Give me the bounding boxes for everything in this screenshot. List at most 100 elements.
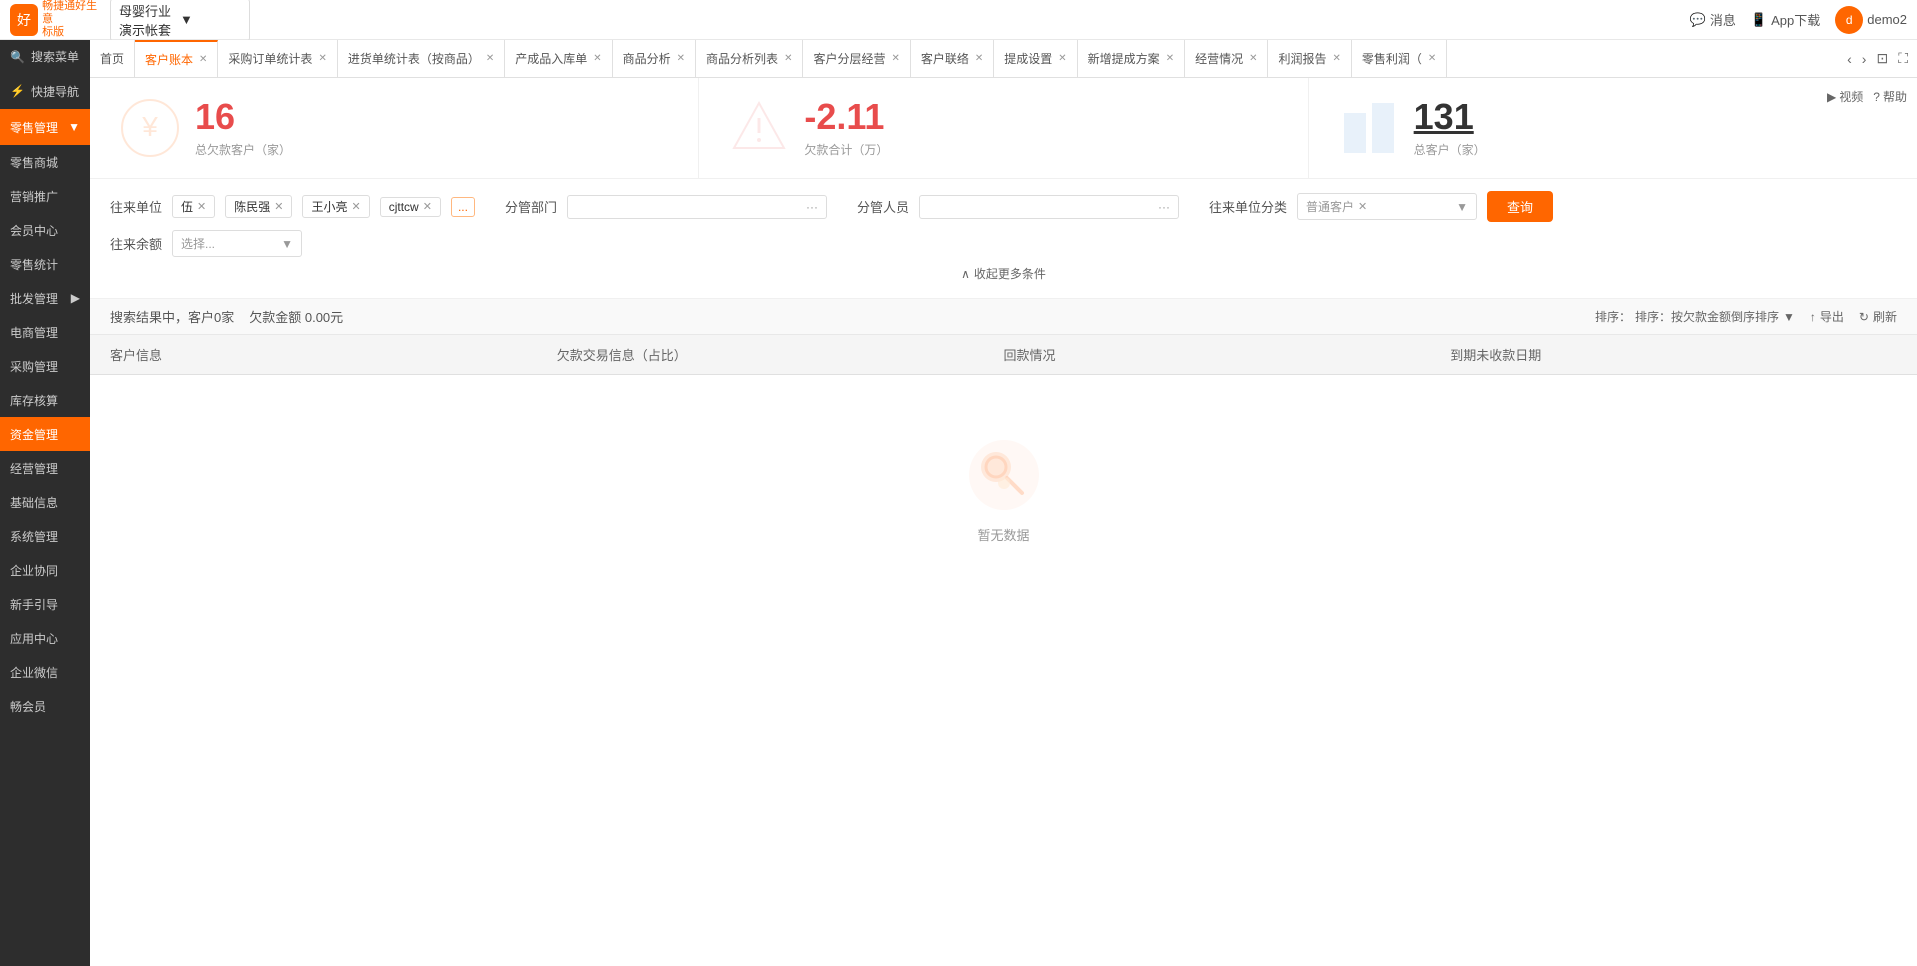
sidebar-item-retail-mgmt[interactable]: 零售管理 ▼	[0, 109, 90, 145]
sidebar-item-ecommerce[interactable]: 电商管理	[0, 315, 90, 349]
tab-close-promo-settings[interactable]: ✕	[1058, 53, 1066, 64]
total-debt-number: -2.11	[804, 99, 888, 135]
tab-product-inbound[interactable]: 产成品入库单 ✕	[505, 40, 612, 78]
tab-purchase-order-stats[interactable]: 采购订单统计表 ✕	[218, 40, 337, 78]
tab-customer-segment[interactable]: 客户分层经营 ✕	[803, 40, 910, 78]
tab-close-purchase[interactable]: ✕	[318, 53, 326, 64]
help-link[interactable]: ? 帮助	[1873, 88, 1907, 105]
messages-button[interactable]: 💬 消息	[1690, 10, 1736, 29]
filter-tag-close-cjttcw[interactable]: ✕	[423, 200, 432, 213]
search-menu[interactable]: 🔍 搜索菜单	[0, 40, 90, 73]
amount-text: 欠款金额 0.00元	[249, 307, 343, 326]
sidebar-item-app-center[interactable]: 应用中心	[0, 621, 90, 655]
video-link[interactable]: ▶ 视频	[1827, 88, 1863, 105]
tab-fullscreen-icon[interactable]: ⛶	[1894, 48, 1912, 69]
tab-close-profit[interactable]: ✕	[1333, 53, 1341, 64]
tab-close-goods-analysis[interactable]: ✕	[677, 53, 685, 64]
tab-prev-arrow[interactable]: ‹	[1843, 49, 1856, 69]
col-repayment: 回款情况	[1004, 345, 1451, 364]
total-customers-number: 131	[1414, 99, 1486, 135]
logo-icon: 好	[10, 4, 38, 36]
sidebar-item-marketing[interactable]: 营销推广	[0, 179, 90, 213]
sidebar-item-member-center[interactable]: 会员中心	[0, 213, 90, 247]
quick-nav[interactable]: ⚡ 快捷导航	[0, 73, 90, 109]
sidebar-item-retail-stats[interactable]: 零售统计	[0, 247, 90, 281]
unit-category-select[interactable]: 普通客户 ✕ ▼	[1297, 193, 1477, 220]
tab-close-goods-list[interactable]: ✕	[784, 53, 792, 64]
sidebar-item-basic-info[interactable]: 基础信息	[0, 485, 90, 519]
balance-filter-label: 往来余额	[110, 234, 162, 253]
sidebar-item-inventory[interactable]: 库存核算	[0, 383, 90, 417]
category-tag-close[interactable]: ✕	[1358, 200, 1367, 213]
search-result-text: 搜索结果中，客户0家	[110, 307, 234, 326]
tab-home[interactable]: 首页	[90, 40, 135, 78]
empty-text: 暂无数据	[977, 525, 1029, 544]
user-menu[interactable]: d demo2	[1835, 6, 1907, 34]
balance-select[interactable]: 选择... ▼	[172, 230, 302, 257]
refresh-button[interactable]: ↻ 刷新	[1859, 308, 1897, 325]
unit-category-label: 往来单位分类	[1209, 197, 1287, 216]
tab-retail-profit[interactable]: 零售利润（ ✕	[1352, 40, 1447, 78]
sidebar-item-operations[interactable]: 经营管理	[0, 451, 90, 485]
tab-promotion-settings[interactable]: 提成设置 ✕	[994, 40, 1077, 78]
tab-goods-analysis-list[interactable]: 商品分析列表 ✕	[696, 40, 803, 78]
stat-total-debt: -2.11 欠款合计（万）	[699, 78, 1308, 178]
tab-goods-analysis[interactable]: 商品分析 ✕	[613, 40, 696, 78]
dept-select[interactable]: ···	[567, 195, 827, 219]
tab-close-new-promo[interactable]: ✕	[1166, 53, 1174, 64]
sidebar-item-wholesale-mgmt[interactable]: 批发管理 ▶	[0, 281, 90, 315]
tab-close-retail[interactable]: ✕	[1428, 53, 1436, 64]
sidebar-item-chang-member[interactable]: 畅会员	[0, 689, 90, 723]
sidebar-item-newbie-guide[interactable]: 新手引导	[0, 587, 90, 621]
sidebar-item-retail-mall[interactable]: 零售商城	[0, 145, 90, 179]
tab-expand-arrow[interactable]: ⊡	[1872, 48, 1892, 69]
sidebar-item-system[interactable]: 系统管理	[0, 519, 90, 553]
tab-close-segment[interactable]: ✕	[891, 53, 899, 64]
sidebar-item-purchase[interactable]: 采购管理	[0, 349, 90, 383]
tab-next-arrow[interactable]: ›	[1858, 49, 1871, 69]
tab-close-customer-book[interactable]: ✕	[199, 54, 207, 65]
filter-tag-wu[interactable]: 伍 ✕	[172, 195, 215, 218]
tab-close-incoming[interactable]: ✕	[486, 53, 494, 64]
account-selector[interactable]: 母婴行业演示帐套 ▼	[110, 0, 250, 42]
total-debt-label: 欠款合计（万）	[804, 141, 888, 158]
filter-tag-chen[interactable]: 陈民强 ✕	[225, 195, 292, 218]
tab-customer-book[interactable]: 客户账本 ✕	[135, 40, 218, 78]
col-debt-info: 欠款交易信息（占比）	[557, 345, 1004, 364]
tab-close-contact[interactable]: ✕	[975, 53, 983, 64]
total-customers-label: 总客户（家）	[1414, 141, 1486, 158]
manager-select[interactable]: ···	[919, 195, 1179, 219]
empty-state: 暂无数据	[90, 375, 1917, 604]
dept-filter-label: 分管部门	[505, 197, 557, 216]
filter-more-tags[interactable]: ...	[451, 197, 475, 217]
export-button[interactable]: ↑ 导出	[1810, 308, 1844, 325]
collapse-button[interactable]: ∧ 收起更多条件	[110, 265, 1897, 282]
result-bar-right: 排序： 排序：按欠款金额倒序排序 ▼ ↑ 导出 ↻ 刷新	[1595, 308, 1897, 325]
tab-navigation: ‹ › ⊡ ⛶	[1838, 48, 1917, 69]
filter-tag-close-wang[interactable]: ✕	[352, 200, 361, 213]
sidebar-item-enterprise-wechat[interactable]: 企业微信	[0, 655, 90, 689]
filter-area: 往来单位 伍 ✕ 陈民强 ✕ 王小亮 ✕	[90, 179, 1917, 299]
tab-customer-contact[interactable]: 客户联络 ✕	[911, 40, 994, 78]
col-customer-info: 客户信息	[110, 345, 557, 364]
filter-tag-cjttcw[interactable]: cjttcw ✕	[380, 197, 441, 217]
table-header: 客户信息 欠款交易信息（占比） 回款情况 到期未收款日期	[90, 335, 1917, 375]
sort-selector[interactable]: 排序： 排序：按欠款金额倒序排序 ▼	[1595, 308, 1795, 325]
app-download-button[interactable]: 📱 App下载	[1751, 10, 1820, 29]
manager-filter-label: 分管人员	[857, 197, 909, 216]
tab-close-inbound[interactable]: ✕	[593, 53, 601, 64]
filter-tag-close-wu[interactable]: ✕	[197, 200, 206, 213]
filter-tag-wang[interactable]: 王小亮 ✕	[302, 195, 369, 218]
tab-operation-status[interactable]: 经营情况 ✕	[1185, 40, 1268, 78]
sidebar-item-finance[interactable]: 资金管理	[0, 417, 90, 451]
tab-profit-report[interactable]: 利润报告 ✕	[1268, 40, 1351, 78]
filter-tag-close-chen[interactable]: ✕	[274, 200, 283, 213]
query-button[interactable]: 查询	[1487, 191, 1553, 222]
tab-close-operation[interactable]: ✕	[1249, 53, 1257, 64]
top-bar: 好 畅捷通好生意 标版 母婴行业演示帐套 ▼ 💬 消息 📱 App下载 d de…	[0, 0, 1917, 40]
total-debtors-number: 16	[195, 99, 291, 135]
tab-incoming-stats[interactable]: 进货单统计表（按商品） ✕	[338, 40, 505, 78]
svg-text:¥: ¥	[141, 111, 158, 142]
tab-new-promotion[interactable]: 新增提成方案 ✕	[1078, 40, 1185, 78]
sidebar-item-enterprise-collab[interactable]: 企业协同	[0, 553, 90, 587]
